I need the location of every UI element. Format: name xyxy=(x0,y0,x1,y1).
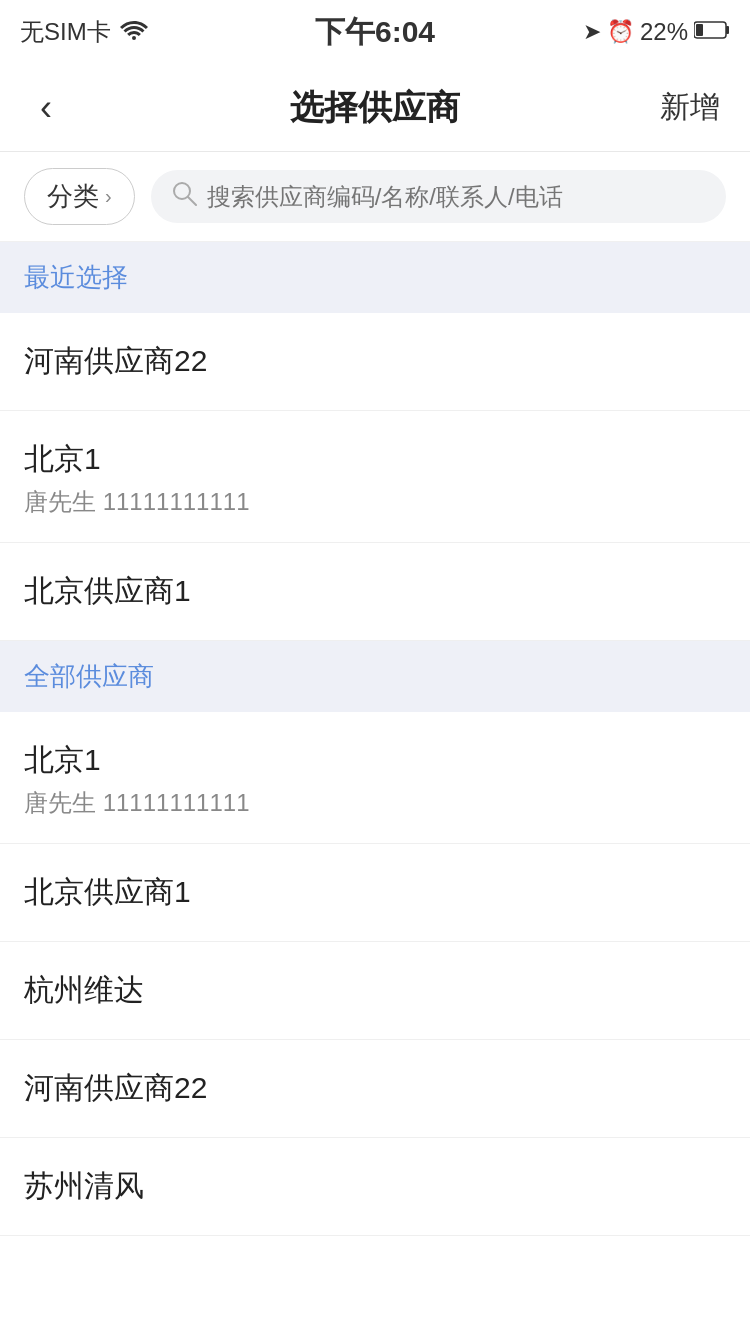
svg-rect-1 xyxy=(726,26,729,34)
filter-bar: 分类 › xyxy=(0,152,750,242)
page-title: 选择供应商 xyxy=(290,85,460,131)
status-bar: 无SIM卡 下午6:04 ➤ ⏰ 22% xyxy=(0,0,750,64)
recent-list-item[interactable]: 河南供应商22 xyxy=(0,313,750,411)
recent-item-sub: 唐先生 11111111111 xyxy=(24,486,726,518)
all-list-item[interactable]: 北京供应商1 xyxy=(0,844,750,942)
all-list-item[interactable]: 河南供应商22 xyxy=(0,1040,750,1138)
status-time: 下午6:04 xyxy=(315,12,435,53)
chevron-right-icon: › xyxy=(105,185,112,208)
add-button[interactable]: 新增 xyxy=(660,87,720,128)
battery-text: 22% xyxy=(640,18,688,46)
search-box xyxy=(151,170,726,223)
all-section-label: 全部供应商 xyxy=(24,661,154,691)
all-list-item[interactable]: 北京1 唐先生 11111111111 xyxy=(0,712,750,844)
all-item-name: 河南供应商22 xyxy=(24,1068,726,1109)
carrier-text: 无SIM卡 xyxy=(20,16,111,48)
all-list: 北京1 唐先生 11111111111 北京供应商1 杭州维达河南供应商22 苏州清风 xyxy=(0,712,750,1236)
alarm-icon: ⏰ xyxy=(607,19,634,45)
battery-icon xyxy=(694,18,730,46)
recent-item-name: 北京供应商1 xyxy=(24,571,726,612)
location-icon: ➤ xyxy=(583,19,601,45)
recent-section-header: 最近选择 xyxy=(0,242,750,313)
status-right: ➤ ⏰ 22% xyxy=(583,18,730,46)
back-button[interactable]: ‹ xyxy=(30,77,62,139)
recent-list-item[interactable]: 北京1 唐先生 11111111111 xyxy=(0,411,750,543)
wifi-icon xyxy=(119,18,149,46)
all-item-name: 苏州清风 xyxy=(24,1166,726,1207)
recent-item-name: 河南供应商22 xyxy=(24,341,726,382)
all-item-name: 北京1 xyxy=(24,740,726,781)
svg-line-4 xyxy=(188,197,196,205)
recent-item-name: 北京1 xyxy=(24,439,726,480)
nav-bar: ‹ 选择供应商 新增 xyxy=(0,64,750,152)
all-item-sub: 唐先生 11111111111 xyxy=(24,787,726,819)
search-input[interactable] xyxy=(207,183,706,211)
search-icon xyxy=(171,180,197,213)
all-list-item[interactable]: 苏州清风 xyxy=(0,1138,750,1236)
recent-section-label: 最近选择 xyxy=(24,262,128,292)
category-button[interactable]: 分类 › xyxy=(24,168,135,225)
recent-list-item[interactable]: 北京供应商1 xyxy=(0,543,750,641)
category-label: 分类 xyxy=(47,179,99,214)
all-section-header: 全部供应商 xyxy=(0,641,750,712)
all-item-name: 北京供应商1 xyxy=(24,872,726,913)
all-item-name: 杭州维达 xyxy=(24,970,726,1011)
all-list-item[interactable]: 杭州维达 xyxy=(0,942,750,1040)
svg-rect-2 xyxy=(696,24,703,36)
status-left: 无SIM卡 xyxy=(20,16,149,48)
recent-list: 河南供应商22 北京1 唐先生 11111111111 北京供应商1 xyxy=(0,313,750,641)
